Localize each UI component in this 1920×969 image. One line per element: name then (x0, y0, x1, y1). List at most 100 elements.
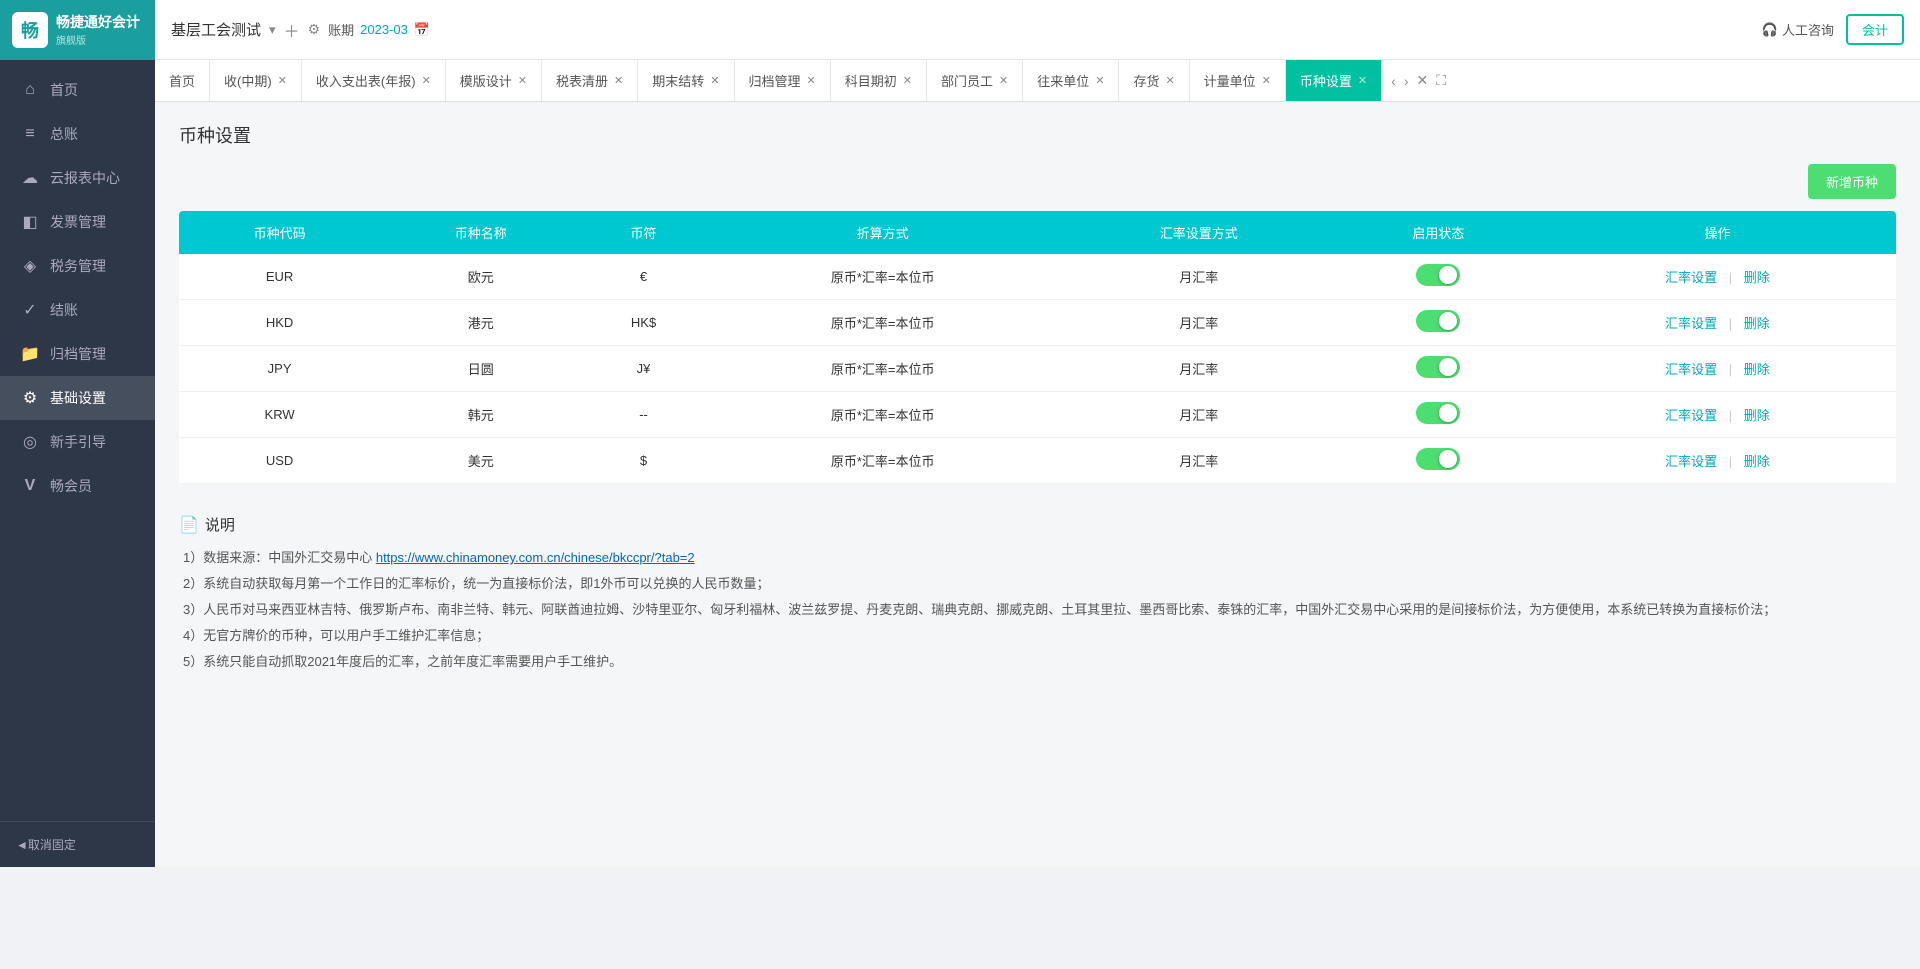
delete-link[interactable]: 删除 (1744, 454, 1770, 469)
col-header-code: 币种代码 (179, 211, 380, 254)
toggle-track[interactable] (1416, 448, 1460, 470)
tab-archive-mgmt[interactable]: 归档管理 ✕ (735, 60, 831, 101)
period-label: 账期 (328, 20, 354, 39)
tab-maximize-button[interactable]: ⛶ (1434, 70, 1448, 91)
tab-inventory[interactable]: 存货 ✕ (1119, 60, 1189, 101)
tab-close-dept[interactable]: ✕ (999, 74, 1008, 87)
settings-gear-icon[interactable]: ⚙ (308, 21, 321, 38)
cell-symbol: HK$ (581, 300, 705, 346)
tax-icon: ◈ (20, 256, 40, 276)
sidebar-item-label: 基础设置 (50, 388, 106, 408)
logo-sub: 旗舰版 (56, 32, 140, 47)
sidebar-item-invoice[interactable]: ◧ 发票管理 (0, 200, 155, 244)
tab-subjects[interactable]: 科目期初 ✕ (831, 60, 927, 101)
sidebar-item-label: 首页 (50, 80, 78, 100)
rate-setting-link[interactable]: 汇率设置 (1665, 362, 1717, 377)
toggle-switch[interactable] (1416, 310, 1460, 332)
table-row: USD 美元 $ 原币*汇率=本位币 月汇率 汇率设置 | 删除 (179, 438, 1896, 484)
tab-close-income[interactable]: ✕ (422, 74, 431, 87)
tab-income[interactable]: 收入支出表(年报) ✕ (302, 60, 446, 101)
top-header: 基层工会测试 ▾ ＋ ⚙ 账期 2023-03 📅 🎧 人工咨询 会计 (155, 0, 1920, 60)
logo-title: 畅捷通好会计 (56, 13, 140, 31)
sidebar-item-settlement[interactable]: ✓ 结账 (0, 288, 155, 332)
toggle-thumb (1439, 266, 1457, 284)
tab-tax-clear[interactable]: 税表清册 ✕ (542, 60, 638, 101)
notes-content: 1）数据来源：中国外汇交易中心 https://www.chinamoney.c… (179, 545, 1896, 675)
tab-template[interactable]: 模版设计 ✕ (446, 60, 542, 101)
cell-name: 港元 (380, 300, 581, 346)
tab-unit[interactable]: 计量单位 ✕ (1190, 60, 1286, 101)
help-button[interactable]: 🎧 人工咨询 (1762, 20, 1834, 39)
tab-period-end[interactable]: 期末结转 ✕ (638, 60, 734, 101)
tab-prev-button[interactable]: ‹ (1389, 71, 1398, 91)
cell-conversion: 原币*汇率=本位币 (706, 392, 1060, 438)
delete-link[interactable]: 删除 (1744, 362, 1770, 377)
add-company-button[interactable]: ＋ (284, 18, 300, 42)
tab-vendors[interactable]: 往来单位 ✕ (1023, 60, 1119, 101)
sidebar-item-tax[interactable]: ◈ 税务管理 (0, 244, 155, 288)
sidebar-item-home[interactable]: ⌂ 首页 (0, 68, 155, 112)
toggle-switch[interactable] (1416, 448, 1460, 470)
rate-setting-link[interactable]: 汇率设置 (1665, 316, 1717, 331)
sidebar-item-guide[interactable]: ◎ 新手引导 (0, 420, 155, 464)
sidebar-nav: ⌂ 首页 ≡ 总账 ☁ 云报表中心 ◧ 发票管理 ◈ 税务管理 ✓ 结账 📁 归… (0, 60, 155, 821)
tab-close-all-button[interactable]: ✕ (1414, 70, 1430, 91)
cell-symbol: $ (581, 438, 705, 484)
accounting-button[interactable]: 会计 (1846, 14, 1904, 45)
action-separator: | (1729, 316, 1732, 331)
dropdown-icon[interactable]: ▾ (269, 22, 276, 38)
toggle-track[interactable] (1416, 264, 1460, 286)
toggle-track[interactable] (1416, 310, 1460, 332)
tab-balance[interactable]: 收(中期) ✕ (210, 60, 302, 101)
sidebar-pin-toggle[interactable]: ◄取消固定 (0, 821, 155, 867)
sidebar-item-reports[interactable]: ☁ 云报表中心 (0, 156, 155, 200)
tab-close-inventory[interactable]: ✕ (1165, 74, 1174, 87)
rate-setting-link[interactable]: 汇率设置 (1665, 408, 1717, 423)
toggle-track[interactable] (1416, 402, 1460, 424)
tab-close-template[interactable]: ✕ (518, 74, 527, 87)
toggle-switch[interactable] (1416, 356, 1460, 378)
cell-code: KRW (179, 392, 380, 438)
home-icon: ⌂ (20, 81, 40, 99)
tab-close-period-end[interactable]: ✕ (710, 74, 719, 87)
headset-icon: 🎧 (1762, 22, 1778, 38)
delete-link[interactable]: 删除 (1744, 408, 1770, 423)
tab-close-vendors[interactable]: ✕ (1095, 74, 1104, 87)
tab-close-balance[interactable]: ✕ (278, 74, 287, 87)
tab-home[interactable]: 首页 (155, 60, 210, 101)
calendar-icon[interactable]: 📅 (414, 22, 430, 38)
cell-actions: 汇率设置 | 删除 (1539, 346, 1896, 392)
toggle-thumb (1439, 312, 1457, 330)
tab-close-unit[interactable]: ✕ (1262, 74, 1271, 87)
table-row: KRW 韩元 -- 原币*汇率=本位币 月汇率 汇率设置 | 删除 (179, 392, 1896, 438)
tab-dept[interactable]: 部门员工 ✕ (927, 60, 1023, 101)
tab-next-button[interactable]: › (1402, 71, 1411, 91)
tab-close-subjects[interactable]: ✕ (903, 74, 912, 87)
table-row: HKD 港元 HK$ 原币*汇率=本位币 月汇率 汇率设置 | 删除 (179, 300, 1896, 346)
currency-table: 币种代码 币种名称 币符 折算方式 汇率设置方式 启用状态 操作 EUR 欧元 … (179, 211, 1896, 484)
main-content: 币种设置 新增币种 币种代码 币种名称 币符 折算方式 汇率设置方式 启用状态 … (155, 102, 1920, 867)
rate-setting-link[interactable]: 汇率设置 (1665, 270, 1717, 285)
tab-close-archive-mgmt[interactable]: ✕ (807, 74, 816, 87)
toggle-thumb (1439, 358, 1457, 376)
sidebar-item-ledger[interactable]: ≡ 总账 (0, 112, 155, 156)
sidebar-item-member[interactable]: V 畅会员 (0, 464, 155, 508)
sidebar-item-label: 总账 (50, 124, 78, 144)
tab-close-currency[interactable]: ✕ (1358, 74, 1367, 87)
toggle-switch[interactable] (1416, 264, 1460, 286)
sidebar-item-settings[interactable]: ⚙ 基础设置 (0, 376, 155, 420)
rate-setting-link[interactable]: 汇率设置 (1665, 454, 1717, 469)
delete-link[interactable]: 删除 (1744, 316, 1770, 331)
notes-external-link[interactable]: https://www.chinamoney.com.cn/chinese/bk… (376, 550, 695, 565)
cell-symbol: J¥ (581, 346, 705, 392)
new-currency-button[interactable]: 新增币种 (1808, 164, 1896, 199)
notes-line: 5）系统只能自动抓取2021年度后的汇率，之前年度汇率需要用户手工维护。 (183, 649, 1896, 675)
sidebar-item-archive[interactable]: 📁 归档管理 (0, 332, 155, 376)
delete-link[interactable]: 删除 (1744, 270, 1770, 285)
toggle-track[interactable] (1416, 356, 1460, 378)
toggle-switch[interactable] (1416, 402, 1460, 424)
tabs-bar: 首页 收(中期) ✕ 收入支出表(年报) ✕ 模版设计 ✕ 税表清册 ✕ 期末结… (155, 60, 1920, 102)
tab-currency[interactable]: 币种设置 ✕ (1286, 60, 1382, 101)
cell-status (1338, 438, 1539, 484)
tab-close-tax-clear[interactable]: ✕ (614, 74, 623, 87)
